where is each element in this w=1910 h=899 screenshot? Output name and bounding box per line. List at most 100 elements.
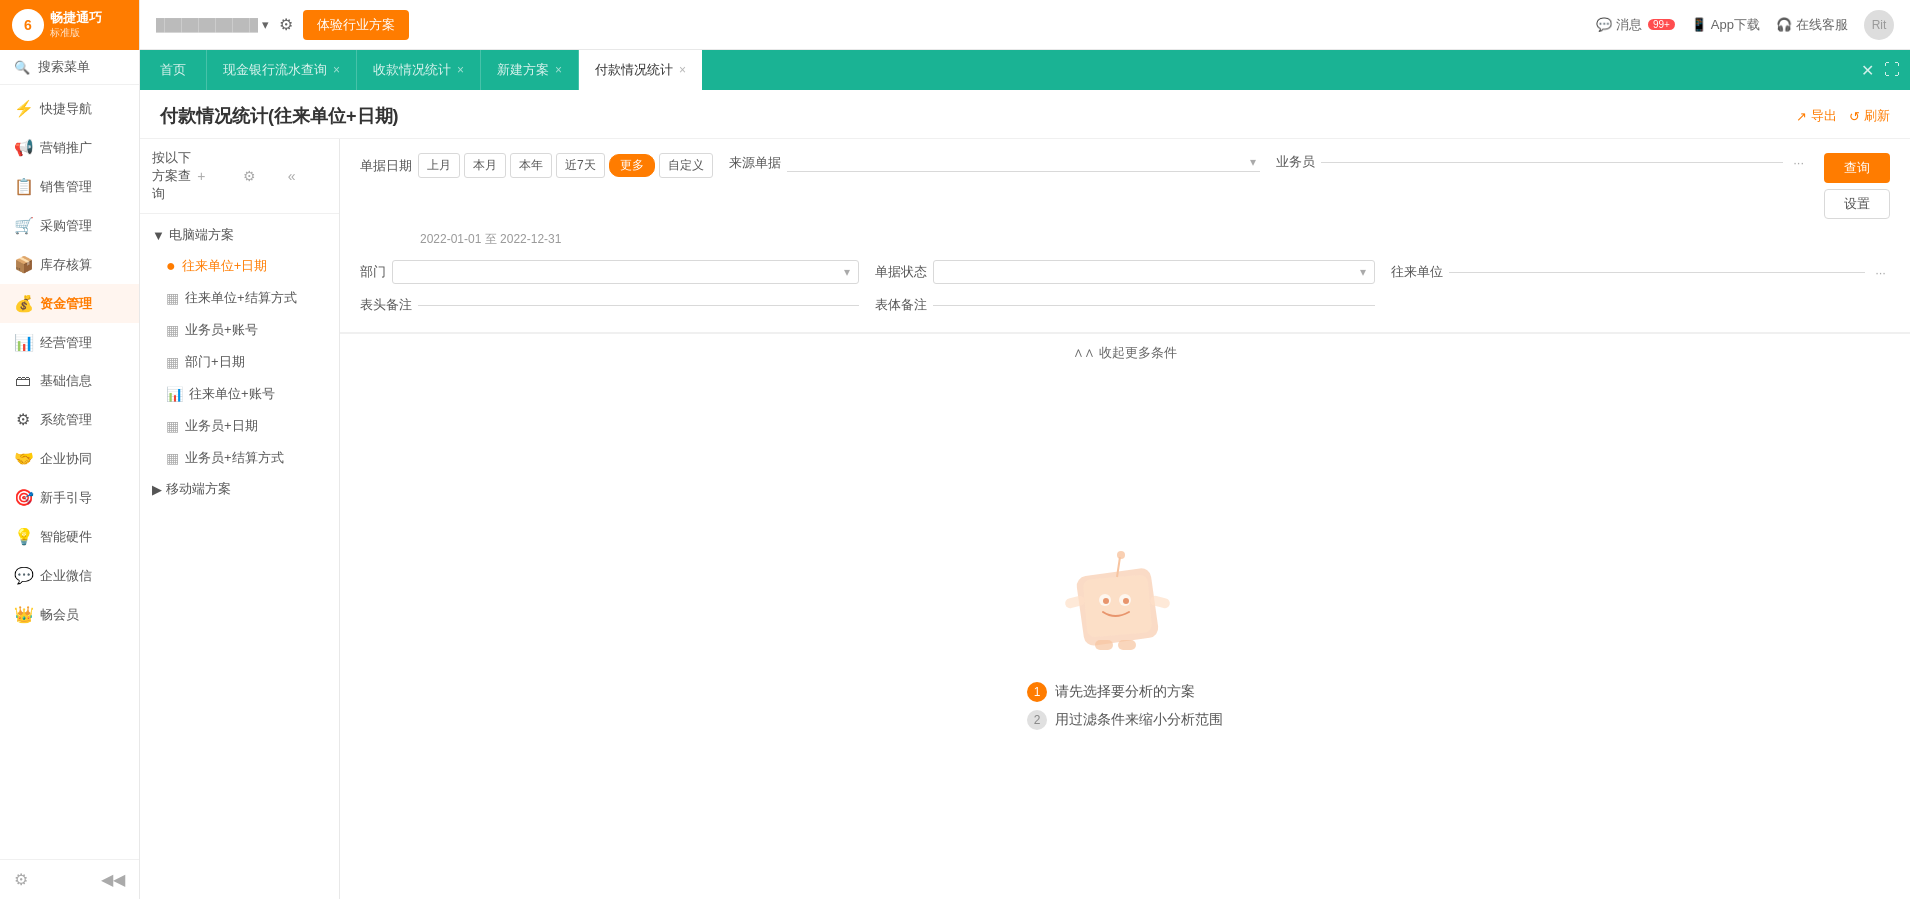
scheme-item-icon-partner-date: ●	[166, 257, 176, 275]
date-btn-more[interactable]: 更多	[609, 154, 655, 177]
enterprise-icon: 🤝	[14, 449, 32, 468]
sidebar-item-wechat[interactable]: 💬 企业微信	[0, 556, 139, 595]
partner-dots[interactable]: ···	[1871, 265, 1890, 280]
date-btn-custom[interactable]: 自定义	[659, 153, 713, 178]
scheme-item-agent-date[interactable]: ▦ 业务员+日期	[140, 410, 339, 442]
export-btn[interactable]: ↗ 导出	[1796, 107, 1837, 125]
sidebar-item-member[interactable]: 👑 畅会员	[0, 595, 139, 634]
tab-home[interactable]: 首页	[140, 50, 207, 90]
logo-brand: 畅捷通巧	[50, 10, 102, 27]
service-label: 在线客服	[1796, 16, 1848, 34]
scheme-item-partner-settle[interactable]: ▦ 往来单位+结算方式	[140, 282, 339, 314]
empty-hint-2: 2 用过滤条件来缩小分析范围	[1027, 710, 1223, 730]
tab-collection-close[interactable]: ×	[457, 63, 464, 77]
tab-expand-icon[interactable]: ⛶	[1884, 61, 1900, 79]
scheme-collapse-icon[interactable]: «	[288, 168, 327, 184]
scheme-panel: 按以下方案查询 + ⚙ « ▼ 电脑端方案 ● 往来单位+日期	[140, 139, 340, 899]
main-area: ████████████ ▾ ⚙ 体验行业方案 💬 消息 99+ 📱 App下载…	[140, 0, 1910, 899]
messages-btn[interactable]: 💬 消息 99+	[1596, 16, 1675, 34]
sales-icon: 📋	[14, 177, 32, 196]
empty-svg-illustration	[1055, 542, 1195, 662]
online-service-btn[interactable]: 🎧 在线客服	[1776, 16, 1848, 34]
scheme-item-label: 业务员+结算方式	[185, 449, 284, 467]
scheme-item-dept-date[interactable]: ▦ 部门+日期	[140, 346, 339, 378]
svg-rect-10	[1095, 640, 1113, 650]
refresh-icon: ↺	[1849, 109, 1860, 124]
scheme-group-pc-header[interactable]: ▼ 电脑端方案	[140, 220, 339, 250]
message-icon: 💬	[1596, 17, 1612, 32]
scheme-item-label: 往来单位+账号	[189, 385, 275, 403]
pc-group-chevron: ▼	[152, 228, 165, 243]
sidebar-bottom: ⚙ ◀◀	[0, 859, 139, 899]
collapse-bar[interactable]: ∧∧ 收起更多条件	[340, 333, 1910, 372]
date-btn-last-month[interactable]: 上月	[418, 153, 460, 178]
svg-point-7	[1117, 551, 1125, 559]
scheme-group-mobile-header[interactable]: ▶ 移动端方案	[140, 474, 339, 504]
scheme-settings-icon[interactable]: ⚙	[243, 168, 282, 184]
source-label: 来源单据	[729, 154, 781, 172]
sidebar-search[interactable]: 🔍 搜索菜单	[0, 50, 139, 85]
sidebar-item-sales[interactable]: 📋 销售管理	[0, 167, 139, 206]
tab-payment-stats[interactable]: 付款情况统计 ×	[579, 50, 702, 90]
date-btn-this-year[interactable]: 本年	[510, 153, 552, 178]
page-header: 付款情况统计(往来单位+日期) ↗ 导出 ↺ 刷新	[140, 90, 1910, 139]
tab-bank-flow-close[interactable]: ×	[333, 63, 340, 77]
filter-area: 单据日期 上月 本月 本年 近7天 更多 自定义	[340, 139, 1910, 333]
trial-btn[interactable]: 体验行业方案	[303, 10, 409, 40]
tab-close-all-icon[interactable]: ✕	[1861, 61, 1874, 80]
sidebar-item-system[interactable]: ⚙ 系统管理	[0, 400, 139, 439]
dept-label: 部门	[360, 263, 386, 281]
scheme-panel-header: 按以下方案查询 + ⚙ «	[140, 139, 339, 214]
sidebar-item-operation[interactable]: 📊 经营管理	[0, 323, 139, 362]
tab-new-scheme[interactable]: 新建方案 ×	[481, 50, 579, 90]
tab-new-scheme-close[interactable]: ×	[555, 63, 562, 77]
scheme-item-agent-account[interactable]: ▦ 业务员+账号	[140, 314, 339, 346]
sidebar-settings-icon[interactable]: ⚙	[14, 870, 28, 889]
operation-icon: 📊	[14, 333, 32, 352]
sidebar-item-inventory[interactable]: 📦 库存核算	[0, 245, 139, 284]
sidebar-item-enterprise[interactable]: 🤝 企业协同	[0, 439, 139, 478]
logo-icon: 6	[12, 9, 44, 41]
sidebar-item-purchase[interactable]: 🛒 采购管理	[0, 206, 139, 245]
scheme-item-agent-settle[interactable]: ▦ 业务员+结算方式	[140, 442, 339, 474]
sidebar-logo: 6 畅捷通巧 标准版	[0, 0, 139, 50]
sidebar-item-label: 销售管理	[40, 178, 92, 196]
sidebar-collapse-icon[interactable]: ◀◀	[101, 870, 125, 889]
agent-dots[interactable]: ···	[1789, 155, 1808, 170]
sidebar-item-label: 企业微信	[40, 567, 92, 585]
sidebar-item-quick-nav[interactable]: ⚡ 快捷导航	[0, 89, 139, 128]
hint-text-1: 请先选择要分析的方案	[1055, 683, 1195, 701]
company-selector[interactable]: ████████████ ▾	[156, 17, 269, 32]
logo-edition: 标准版	[50, 26, 102, 40]
scheme-item-partner-date[interactable]: ● 往来单位+日期	[140, 250, 339, 282]
sidebar-item-label: 经营管理	[40, 334, 92, 352]
tab-bank-flow[interactable]: 现金银行流水查询 ×	[207, 50, 357, 90]
empty-illustration	[1055, 542, 1195, 662]
service-icon: 🎧	[1776, 17, 1792, 32]
sidebar-item-basic-info[interactable]: 🗃 基础信息	[0, 362, 139, 400]
settings-btn[interactable]: 设置	[1824, 189, 1890, 219]
app-download-btn[interactable]: 📱 App下载	[1691, 16, 1760, 34]
date-btn-7days[interactable]: 近7天	[556, 153, 605, 178]
sidebar-item-label: 新手引导	[40, 489, 92, 507]
svg-rect-11	[1118, 640, 1136, 650]
tab-collection-stats[interactable]: 收款情况统计 ×	[357, 50, 481, 90]
sidebar-item-guide[interactable]: 🎯 新手引导	[0, 478, 139, 517]
query-btn[interactable]: 查询	[1824, 153, 1890, 183]
partner-label: 往来单位	[1391, 263, 1443, 281]
date-btn-this-month[interactable]: 本月	[464, 153, 506, 178]
scheme-add-icon[interactable]: +	[197, 168, 236, 184]
tab-payment-close[interactable]: ×	[679, 63, 686, 77]
sidebar-item-marketing[interactable]: 📢 营销推广	[0, 128, 139, 167]
user-avatar[interactable]: Rit	[1864, 10, 1894, 40]
empty-hints: 1 请先选择要分析的方案 2 用过滤条件来缩小分析范围	[1027, 682, 1223, 730]
sidebar-nav: ⚡ 快捷导航 📢 营销推广 📋 销售管理 🛒 采购管理 📦 库存核算 💰 资金管…	[0, 85, 139, 859]
scheme-item-partner-account[interactable]: 📊 往来单位+账号	[140, 378, 339, 410]
refresh-btn[interactable]: ↺ 刷新	[1849, 107, 1890, 125]
sidebar-item-smart-hw[interactable]: 💡 智能硬件	[0, 517, 139, 556]
sidebar-item-finance[interactable]: 💰 资金管理	[0, 284, 139, 323]
svg-rect-1	[1083, 574, 1153, 637]
topbar: ████████████ ▾ ⚙ 体验行业方案 💬 消息 99+ 📱 App下载…	[140, 0, 1910, 50]
topbar-settings-icon[interactable]: ⚙	[279, 15, 293, 34]
messages-badge: 99+	[1648, 19, 1675, 30]
